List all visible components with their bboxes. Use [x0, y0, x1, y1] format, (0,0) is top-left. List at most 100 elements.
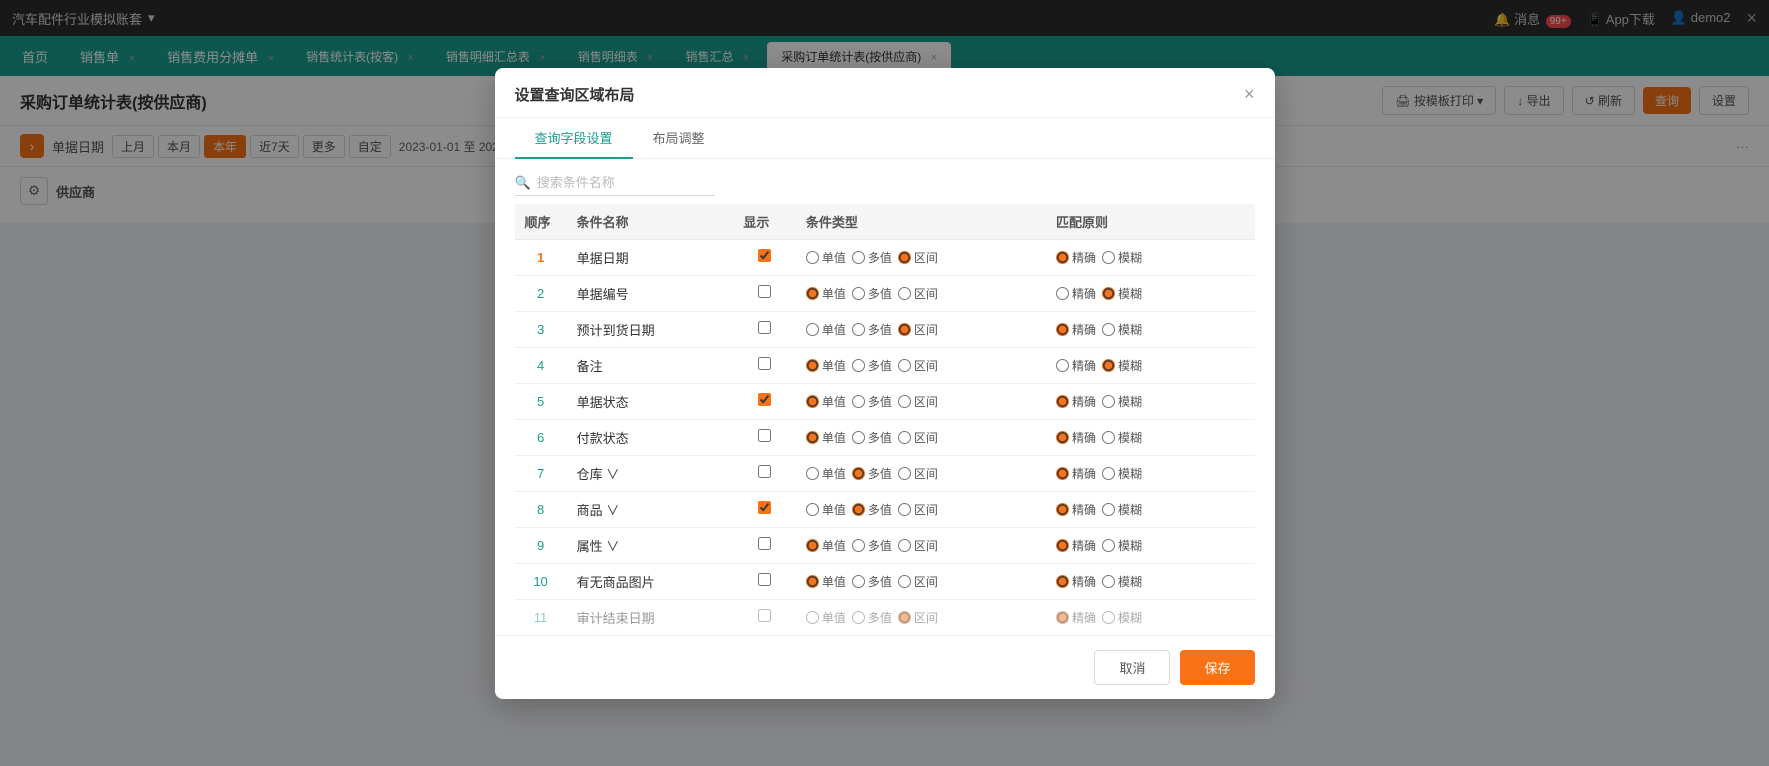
- match-radio-精确[interactable]: 精确: [1056, 249, 1096, 266]
- match-radio-模糊[interactable]: 模糊: [1102, 537, 1142, 554]
- type-radio-单值[interactable]: 单值: [806, 357, 846, 374]
- show-checkbox[interactable]: [758, 609, 771, 622]
- match-cell: 精确模糊: [1046, 455, 1254, 491]
- type-radio-区间[interactable]: 区间: [898, 501, 938, 518]
- show-checkbox-wrap[interactable]: [758, 286, 771, 301]
- show-cell[interactable]: [733, 563, 796, 599]
- type-radio-多值[interactable]: 多值: [852, 501, 892, 518]
- type-radio-单值[interactable]: 单值: [806, 573, 846, 590]
- dialog-close-button[interactable]: ×: [1244, 85, 1255, 103]
- seq-cell: 7: [515, 455, 567, 491]
- table-row: 5单据状态单值多值区间精确模糊: [515, 383, 1255, 419]
- show-cell[interactable]: [733, 527, 796, 563]
- search-input[interactable]: [537, 175, 715, 190]
- dialog-tab-layout[interactable]: 布局调整: [633, 118, 725, 159]
- match-radio-精确[interactable]: 精确: [1056, 429, 1096, 446]
- show-checkbox-wrap[interactable]: [758, 574, 771, 589]
- type-radio-区间[interactable]: 区间: [898, 537, 938, 554]
- match-radio-精确[interactable]: 精确: [1056, 393, 1096, 410]
- match-radio-精确[interactable]: 精确: [1056, 573, 1096, 590]
- type-radio-单值[interactable]: 单值: [806, 465, 846, 482]
- show-cell[interactable]: [733, 455, 796, 491]
- type-radio-区间[interactable]: 区间: [898, 285, 938, 302]
- show-checkbox[interactable]: [758, 393, 771, 406]
- match-radio-精确[interactable]: 精确: [1056, 285, 1096, 302]
- type-radio-多值[interactable]: 多值: [852, 573, 892, 590]
- type-radio-单值[interactable]: 单值: [806, 321, 846, 338]
- match-radio-模糊[interactable]: 模糊: [1102, 609, 1142, 626]
- show-checkbox[interactable]: [758, 537, 771, 550]
- show-checkbox-wrap[interactable]: [758, 358, 771, 373]
- match-radio-精确[interactable]: 精确: [1056, 321, 1096, 338]
- show-checkbox[interactable]: [758, 285, 771, 298]
- type-radio-单值[interactable]: 单值: [806, 285, 846, 302]
- type-radio-单值[interactable]: 单值: [806, 537, 846, 554]
- type-radio-多值[interactable]: 多值: [852, 609, 892, 626]
- type-radio-多值[interactable]: 多值: [852, 429, 892, 446]
- type-radio-单值[interactable]: 单值: [806, 393, 846, 410]
- match-radio-模糊[interactable]: 模糊: [1102, 429, 1142, 446]
- match-radio-精确[interactable]: 精确: [1056, 465, 1096, 482]
- type-radio-区间[interactable]: 区间: [898, 357, 938, 374]
- show-cell[interactable]: [733, 239, 796, 275]
- show-checkbox[interactable]: [758, 321, 771, 334]
- show-checkbox-wrap[interactable]: [758, 610, 771, 625]
- show-cell[interactable]: [733, 419, 796, 455]
- type-radio-多值[interactable]: 多值: [852, 249, 892, 266]
- match-radio-精确[interactable]: 精确: [1056, 609, 1096, 626]
- type-radio-多值[interactable]: 多值: [852, 321, 892, 338]
- show-cell[interactable]: [733, 275, 796, 311]
- type-radio-区间[interactable]: 区间: [898, 609, 938, 626]
- show-cell[interactable]: [733, 491, 796, 527]
- match-radio-精确[interactable]: 精确: [1056, 357, 1096, 374]
- show-cell[interactable]: [733, 311, 796, 347]
- seq-cell: 1: [515, 239, 567, 275]
- cancel-button[interactable]: 取消: [1094, 650, 1170, 685]
- show-checkbox-wrap[interactable]: [758, 250, 771, 265]
- show-checkbox-wrap[interactable]: [758, 430, 771, 445]
- show-checkbox-wrap[interactable]: [758, 394, 771, 409]
- match-radio-精确[interactable]: 精确: [1056, 537, 1096, 554]
- show-checkbox-wrap[interactable]: [758, 322, 771, 337]
- type-radio-单值[interactable]: 单值: [806, 429, 846, 446]
- type-radio-多值[interactable]: 多值: [852, 465, 892, 482]
- show-checkbox[interactable]: [758, 357, 771, 370]
- type-radio-区间[interactable]: 区间: [898, 393, 938, 410]
- show-cell[interactable]: [733, 347, 796, 383]
- match-radio-模糊[interactable]: 模糊: [1102, 465, 1142, 482]
- type-radio-多值[interactable]: 多值: [852, 393, 892, 410]
- match-radio-group: 精确模糊: [1056, 429, 1244, 446]
- match-radio-模糊[interactable]: 模糊: [1102, 573, 1142, 590]
- show-checkbox-wrap[interactable]: [758, 502, 771, 517]
- type-radio-多值[interactable]: 多值: [852, 357, 892, 374]
- type-radio-区间[interactable]: 区间: [898, 465, 938, 482]
- match-radio-模糊[interactable]: 模糊: [1102, 357, 1142, 374]
- type-radio-单值[interactable]: 单值: [806, 609, 846, 626]
- type-radio-区间[interactable]: 区间: [898, 573, 938, 590]
- show-checkbox[interactable]: [758, 429, 771, 442]
- show-checkbox[interactable]: [758, 465, 771, 478]
- type-radio-多值[interactable]: 多值: [852, 537, 892, 554]
- match-radio-模糊[interactable]: 模糊: [1102, 285, 1142, 302]
- match-radio-精确[interactable]: 精确: [1056, 501, 1096, 518]
- match-radio-模糊[interactable]: 模糊: [1102, 501, 1142, 518]
- show-checkbox[interactable]: [758, 573, 771, 586]
- dialog-tab-fields[interactable]: 查询字段设置: [515, 118, 633, 159]
- show-checkbox-wrap[interactable]: [758, 538, 771, 553]
- show-checkbox[interactable]: [758, 501, 771, 514]
- type-radio-单值[interactable]: 单值: [806, 501, 846, 518]
- show-checkbox-wrap[interactable]: [758, 466, 771, 481]
- match-radio-模糊[interactable]: 模糊: [1102, 249, 1142, 266]
- show-cell[interactable]: [733, 599, 796, 635]
- type-radio-区间[interactable]: 区间: [898, 429, 938, 446]
- type-radio-多值[interactable]: 多值: [852, 285, 892, 302]
- show-cell[interactable]: [733, 383, 796, 419]
- type-radio-单值[interactable]: 单值: [806, 249, 846, 266]
- col-header-show: 显示: [733, 204, 796, 240]
- match-radio-模糊[interactable]: 模糊: [1102, 393, 1142, 410]
- show-checkbox[interactable]: [758, 249, 771, 262]
- match-radio-模糊[interactable]: 模糊: [1102, 321, 1142, 338]
- save-button[interactable]: 保存: [1180, 650, 1254, 685]
- type-radio-区间[interactable]: 区间: [898, 321, 938, 338]
- type-radio-区间[interactable]: 区间: [898, 249, 938, 266]
